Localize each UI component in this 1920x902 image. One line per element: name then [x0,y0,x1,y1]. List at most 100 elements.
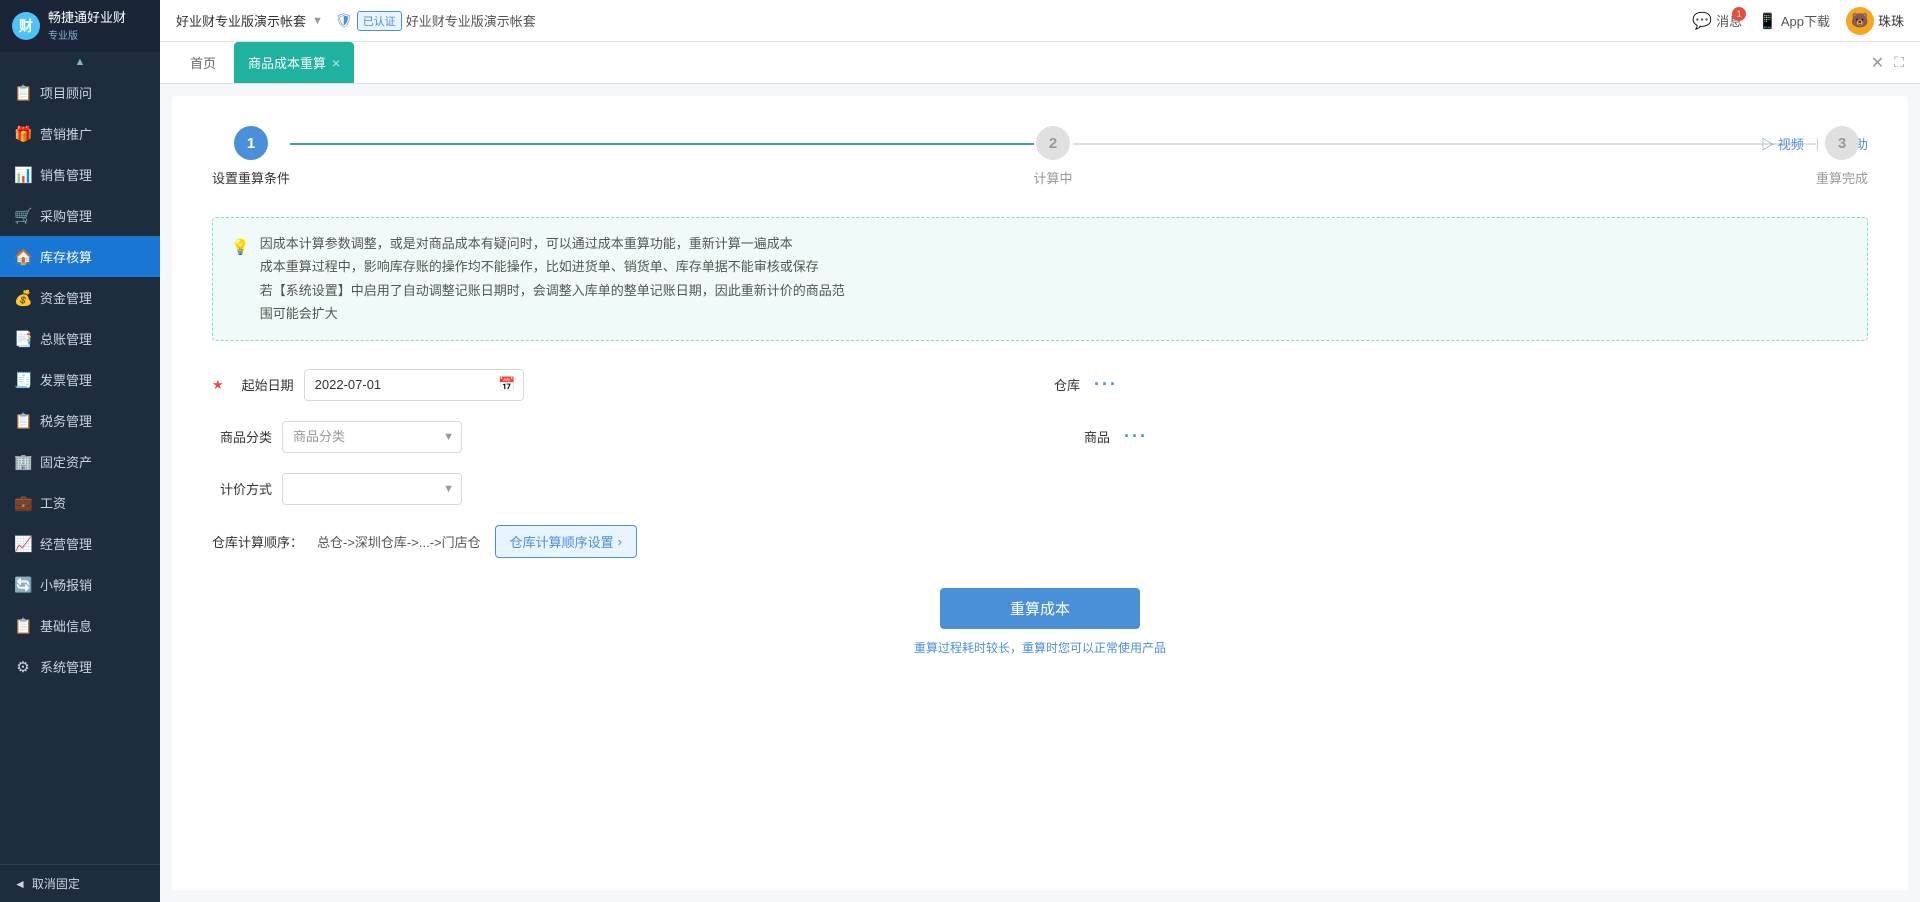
sidebar-item-sales[interactable]: 📊 销售管理 [0,154,160,195]
warehouse-select-btn[interactable]: ··· [1090,374,1122,395]
assets-icon: 🏢 [14,453,32,471]
start-date-input-wrap: 📅 [304,369,524,401]
recalc-button[interactable]: 重算成本 [940,588,1140,629]
cancel-pin-label: 取消固定 [32,875,80,892]
verified-status: 🛡 已认证 好业财专业版演示帐套 [335,11,536,31]
calendar-icon[interactable]: 📅 [498,376,515,393]
warehouse-order-value: 总仓->深圳仓库->...->门店仓 [317,532,481,551]
topbar-right: 💬 消息 1 📱 App下载 🐻 珠珠 [1692,7,1904,35]
product-label: 商品 [1050,427,1110,446]
form-row-3: 计价方式 ▼ [212,473,1868,505]
video-btn[interactable]: ▷ 视频 [1761,134,1804,153]
sidebar-item-assets[interactable]: 🏢 固定资产 [0,441,160,482]
close-window-icon[interactable]: ✕ [1871,53,1884,73]
sidebar: 财 畅捷通好业财 专业版 ▲ 📋 项目顾问 🎁 营销推广 📊 销售管理 🛒 采购… [0,0,160,902]
account-name: 好业财专业版演示帐套 [176,11,306,30]
project-icon: 📋 [14,84,32,102]
recalc-section: 重算成本 重算过程耗时较长，重算时您可以正常使用产品 [212,588,1868,656]
step-2-label: 计算中 [1034,168,1073,187]
warehouse-label: 仓库 [1050,375,1080,394]
page-content: 1 设置重算条件 2 计算中 3 重算完成 ▷ 视频 | ? [172,96,1908,890]
sidebar-item-project[interactable]: 📋 项目顾问 [0,72,160,113]
play-icon: ▷ [1761,137,1774,152]
shield-icon: 🛡 [335,12,353,29]
account-chevron-icon: ▼ [312,15,323,27]
category-select[interactable]: 商品分类 [282,421,462,453]
cancel-pin-icon: ◄ [14,877,26,891]
notification-badge: 1 [1732,7,1746,21]
pricing-select-wrap: ▼ [282,473,462,505]
account-selector[interactable]: 好业财专业版演示帐套 ▼ [176,11,323,30]
info-line3: 若【系统设置】中启用了自动调整记账日期时，会调整入库单的整单记账日期，因此重新计… [260,279,845,302]
sidebar-item-expense[interactable]: 🔄 小畅报销 [0,564,160,605]
sidebar-item-accounting[interactable]: 📑 总账管理 [0,318,160,359]
step-3-circle: 3 [1825,126,1859,160]
form-group-product: 商品 ··· [1050,426,1868,447]
expense-icon: 🔄 [14,576,32,594]
finance-icon: 💰 [14,289,32,307]
sidebar-item-salary[interactable]: 💼 工资 [0,482,160,523]
invoice-icon: 🧾 [14,371,32,389]
sidebar-item-invoice[interactable]: 🧾 发票管理 [0,359,160,400]
sidebar-item-marketing[interactable]: 🎁 营销推广 [0,113,160,154]
sidebar-item-basic[interactable]: 📋 基础信息 [0,605,160,646]
warehouse-order-settings-btn[interactable]: 仓库计算顺序设置 › [495,525,637,558]
sidebar-item-label: 销售管理 [40,165,92,184]
form-section: ★ 起始日期 📅 仓库 ··· 商品分类 [212,369,1868,558]
bulb-icon: 💡 [231,234,250,261]
recalc-hint-text: 重算过程耗时较长，重算时您可以正常使用产品 [914,639,1166,656]
tabs-actions: ✕ ⛶ [1871,53,1904,73]
info-box: 💡 因成本计算参数调整，或是对商品成本有疑问时，可以通过成本重算功能，重新计算一… [212,217,1868,341]
info-line2: 成本重算过程中，影响库存账的操作均不能操作，比如进货单、销货单、库存单据不能审核… [260,255,845,278]
purchase-icon: 🛒 [14,207,32,225]
tab-close-icon[interactable]: × [332,56,340,70]
topbar: 好业财专业版演示帐套 ▼ 🛡 已认证 好业财专业版演示帐套 💬 消息 1 📱 A… [160,0,1920,42]
pricing-label: 计价方式 [212,479,272,498]
sidebar-item-label: 营销推广 [40,124,92,143]
user-avatar-button[interactable]: 🐻 珠珠 [1846,7,1904,35]
sidebar-item-label: 工资 [40,493,66,512]
sidebar-item-inventory[interactable]: 🏠 库存核算 [0,236,160,277]
tab-home[interactable]: 首页 [176,42,230,83]
app-download-label: App下载 [1781,11,1830,30]
sidebar-item-finance[interactable]: 💰 资金管理 [0,277,160,318]
form-row-1: ★ 起始日期 📅 仓库 ··· [212,369,1868,401]
app-download-button[interactable]: 📱 App下载 [1758,11,1830,30]
accounting-icon: 📑 [14,330,32,348]
form-group-start-date: ★ 起始日期 📅 [212,369,1030,401]
start-date-input[interactable] [304,369,524,401]
info-line4: 围可能会扩大 [260,302,845,325]
step-3-label: 重算完成 [1816,168,1868,187]
product-select-btn[interactable]: ··· [1120,426,1152,447]
step-1-label: 设置重算条件 [212,168,290,187]
marketing-icon: 🎁 [14,125,32,143]
sidebar-item-label: 库存核算 [40,247,92,266]
warehouse-order-label: 仓库计算顺序： [212,532,303,551]
inventory-icon: 🏠 [14,248,32,266]
app-logo-icon: 财 [12,12,40,40]
main-area: 好业财专业版演示帐套 ▼ 🛡 已认证 好业财专业版演示帐套 💬 消息 1 📱 A… [160,0,1920,902]
sidebar-logo: 财 畅捷通好业财 专业版 [0,0,160,52]
sidebar-cancel-pin[interactable]: ◄ 取消固定 [0,864,160,902]
message-button[interactable]: 💬 消息 1 [1692,11,1742,31]
sidebar-item-management[interactable]: 📈 经营管理 [0,523,160,564]
sidebar-item-purchase[interactable]: 🛒 采购管理 [0,195,160,236]
username-label: 珠珠 [1878,11,1904,30]
pricing-select[interactable] [282,473,462,505]
category-label: 商品分类 [212,427,272,446]
video-label: 视频 [1778,137,1804,152]
sidebar-item-tax[interactable]: 📋 税务管理 [0,400,160,441]
start-date-label: 起始日期 [234,375,294,394]
form-group-warehouse: 仓库 ··· [1050,374,1868,395]
sidebar-item-label: 资金管理 [40,288,92,307]
basic-icon: 📋 [14,617,32,635]
tab-cost-recalc[interactable]: 商品成本重算 × [234,42,354,83]
sidebar-item-system[interactable]: ⚙ 系统管理 [0,646,160,687]
sidebar-item-label: 小畅报销 [40,575,92,594]
maximize-icon[interactable]: ⛶ [1894,54,1904,71]
sales-icon: 📊 [14,166,32,184]
step-1: 1 设置重算条件 [212,126,290,187]
sidebar-scroll-up[interactable]: ▲ [0,52,160,72]
warehouse-order-btn-label: 仓库计算顺序设置 [510,532,614,551]
system-icon: ⚙ [14,658,32,676]
